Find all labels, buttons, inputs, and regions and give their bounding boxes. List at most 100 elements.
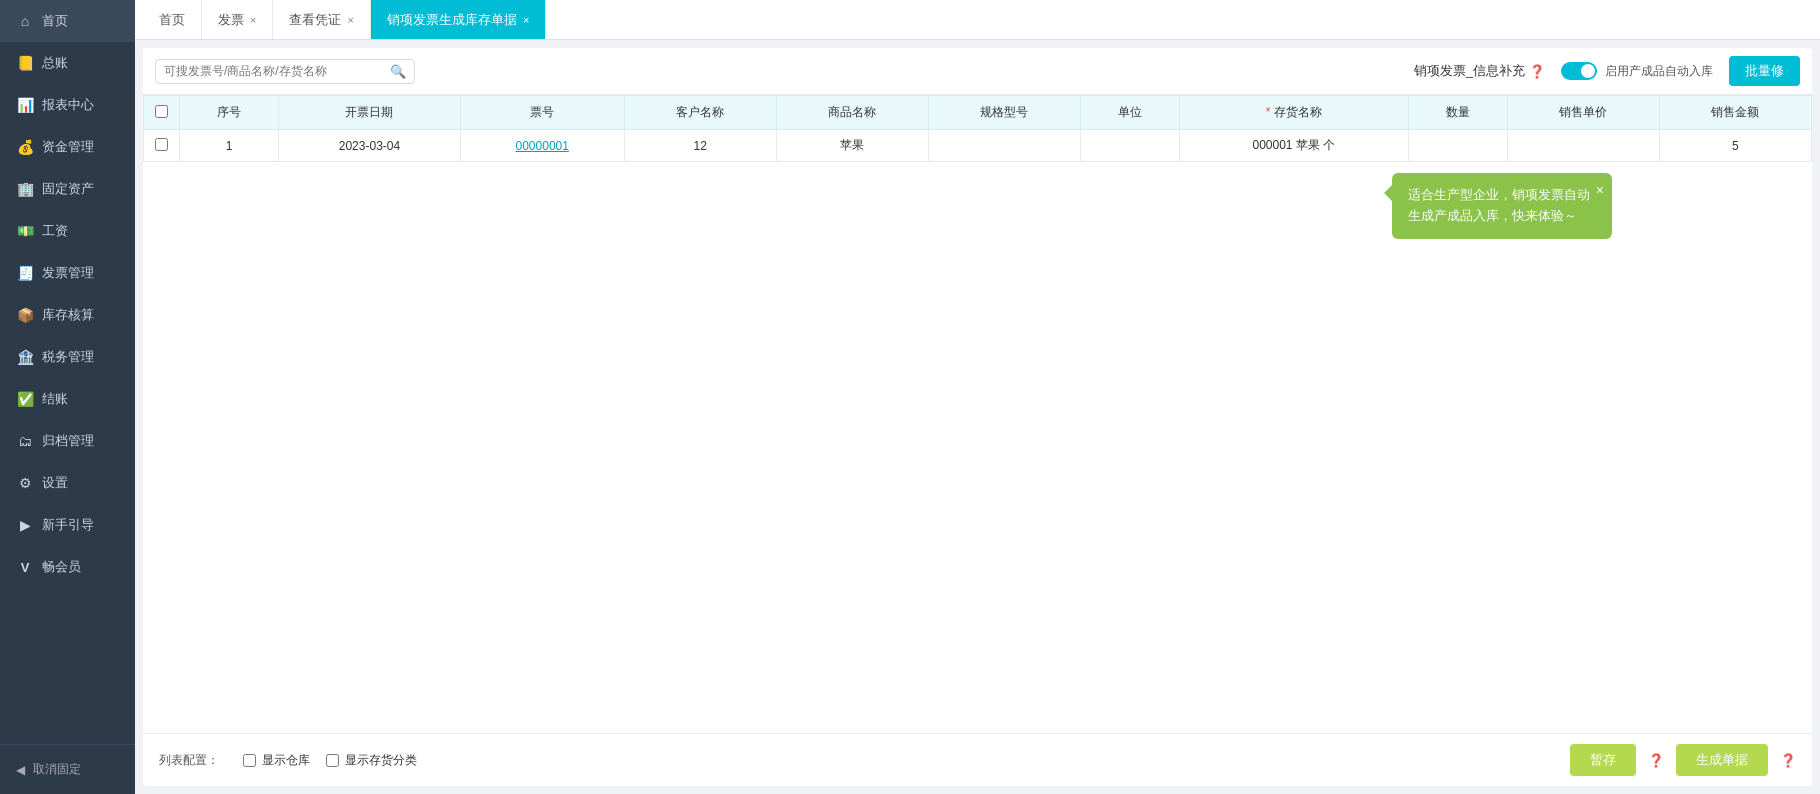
sidebar-item-inventory[interactable]: 📦 库存核算 xyxy=(0,294,135,336)
toggle-label: 启用产成品自动入库 xyxy=(1605,63,1713,80)
save-button[interactable]: 暂存 xyxy=(1570,744,1636,776)
th-date: 开票日期 xyxy=(279,96,461,130)
ticket-no-link[interactable]: 00000001 xyxy=(516,139,569,153)
info-label-text: 销项发票_信息补充 xyxy=(1414,62,1525,80)
row-amount: 5 xyxy=(1659,130,1811,162)
reports-icon: 📊 xyxy=(16,97,34,113)
tab-invoice[interactable]: 发票 × xyxy=(202,0,273,39)
tab-view-voucher-close[interactable]: × xyxy=(347,14,353,26)
sidebar-item-home[interactable]: ⌂ 首页 xyxy=(0,0,135,42)
home-icon: ⌂ xyxy=(16,13,34,29)
tax-icon: 🏦 xyxy=(16,349,34,365)
show-warehouse-label: 显示仓库 xyxy=(262,752,310,769)
tooltip-text: 适合生产型企业，销项发票自动生成产成品入库，快来体验～ xyxy=(1408,187,1590,223)
guide-icon: ▶ xyxy=(16,517,34,533)
list-config-label: 列表配置： xyxy=(159,752,219,769)
main-area: 首页 发票 × 查看凭证 × 销项发票生成库存单据 × 🔍 销项发票_信息补充 xyxy=(135,0,1820,794)
row-quantity xyxy=(1408,130,1507,162)
sidebar-item-reports[interactable]: 📊 报表中心 xyxy=(0,84,135,126)
settings-icon: ⚙ xyxy=(16,475,34,491)
th-customer: 客户名称 xyxy=(624,96,776,130)
row-seq: 1 xyxy=(180,130,279,162)
row-checkbox[interactable] xyxy=(155,138,168,151)
search-icon: 🔍 xyxy=(390,64,406,79)
show-warehouse-checkbox[interactable] xyxy=(243,754,256,767)
tab-home-label: 首页 xyxy=(159,11,185,29)
sidebar-item-assets[interactable]: 🏢 固定资产 xyxy=(0,168,135,210)
row-unit xyxy=(1080,130,1179,162)
sidebar-item-label: 报表中心 xyxy=(42,96,94,114)
tab-cancel-invoice-stock[interactable]: 销项发票生成库存单据 × xyxy=(371,0,546,39)
info-label: 销项发票_信息补充 ❓ xyxy=(1414,62,1545,80)
vip-icon: V xyxy=(16,560,34,575)
th-model: 规格型号 xyxy=(928,96,1080,130)
settlement-icon: ✅ xyxy=(16,391,34,407)
funds-icon: 💰 xyxy=(16,139,34,155)
unpin-icon: ◀ xyxy=(16,763,25,777)
save-help-icon[interactable]: ❓ xyxy=(1648,753,1664,768)
search-input[interactable] xyxy=(164,64,390,78)
sidebar-item-label: 固定资产 xyxy=(42,180,94,198)
auto-warehouse-toggle[interactable] xyxy=(1561,62,1597,80)
row-model xyxy=(928,130,1080,162)
th-quantity: 数量 xyxy=(1408,96,1507,130)
sidebar-item-label: 新手引导 xyxy=(42,516,94,534)
row-date: 2023-03-04 xyxy=(279,130,461,162)
toolbar: 🔍 销项发票_信息补充 ❓ 启用产成品自动入库 批量修 xyxy=(143,48,1812,95)
sidebar-item-payroll[interactable]: 💵 工资 xyxy=(0,210,135,252)
sidebar-item-invoices[interactable]: 🧾 发票管理 xyxy=(0,252,135,294)
sidebar-item-label: 归档管理 xyxy=(42,432,94,450)
tab-cancel-invoice-stock-label: 销项发票生成库存单据 xyxy=(387,11,517,29)
row-unit-price xyxy=(1507,130,1659,162)
sidebar-item-guide[interactable]: ▶ 新手引导 xyxy=(0,504,135,546)
th-checkbox xyxy=(144,96,180,130)
sidebar-item-label: 库存核算 xyxy=(42,306,94,324)
th-seq: 序号 xyxy=(180,96,279,130)
row-customer: 12 xyxy=(624,130,776,162)
sidebar-item-tax[interactable]: 🏦 税务管理 xyxy=(0,336,135,378)
sidebar-item-label: 畅会员 xyxy=(42,558,81,576)
sidebar-item-label: 税务管理 xyxy=(42,348,94,366)
sidebar-item-label: 结账 xyxy=(42,390,68,408)
row-checkbox-cell xyxy=(144,130,180,162)
toolbar-right: 销项发票_信息补充 ❓ 启用产成品自动入库 批量修 xyxy=(1414,56,1800,86)
select-all-checkbox[interactable] xyxy=(155,105,168,118)
show-category-checkbox[interactable] xyxy=(326,754,339,767)
tooltip-container: × 适合生产型企业，销项发票自动生成产成品入库，快来体验～ xyxy=(1392,173,1612,239)
ledger-icon: 📒 xyxy=(16,55,34,71)
tab-view-voucher[interactable]: 查看凭证 × xyxy=(273,0,370,39)
unpin-button[interactable]: ◀ 取消固定 xyxy=(0,753,135,786)
th-unit: 单位 xyxy=(1080,96,1179,130)
tab-invoice-label: 发票 xyxy=(218,11,244,29)
toggle-knob xyxy=(1581,64,1595,78)
tab-bar: 首页 发票 × 查看凭证 × 销项发票生成库存单据 × xyxy=(135,0,1820,40)
sidebar-item-settlement[interactable]: ✅ 结账 xyxy=(0,378,135,420)
sidebar-item-ledger[interactable]: 📒 总账 xyxy=(0,42,135,84)
main-table: 序号 开票日期 票号 客户名称 商品名称 规格型号 单位 存货名称 数量 销售单… xyxy=(143,95,1812,162)
generate-help-icon[interactable]: ❓ xyxy=(1780,753,1796,768)
sidebar-item-vip[interactable]: V 畅会员 xyxy=(0,546,135,588)
tab-invoice-close[interactable]: × xyxy=(250,14,256,26)
batch-button[interactable]: 批量修 xyxy=(1729,56,1800,86)
inventory-icon: 📦 xyxy=(16,307,34,323)
tab-cancel-invoice-stock-close[interactable]: × xyxy=(523,14,529,26)
th-unit-price: 销售单价 xyxy=(1507,96,1659,130)
tab-home[interactable]: 首页 xyxy=(143,0,202,39)
th-amount: 销售金额 xyxy=(1659,96,1811,130)
th-inventory: 存货名称 xyxy=(1180,96,1409,130)
sidebar-item-settings[interactable]: ⚙ 设置 xyxy=(0,462,135,504)
table-row: 1 2023-03-04 00000001 12 苹果 000001 苹果 个 … xyxy=(144,130,1812,162)
show-category-label: 显示存货分类 xyxy=(345,752,417,769)
sidebar-item-archive[interactable]: 🗂 归档管理 xyxy=(0,420,135,462)
search-box[interactable]: 🔍 xyxy=(155,59,415,84)
payroll-icon: 💵 xyxy=(16,223,34,239)
sidebar-item-label: 工资 xyxy=(42,222,68,240)
th-ticket-no: 票号 xyxy=(460,96,624,130)
info-help-icon[interactable]: ❓ xyxy=(1529,64,1545,79)
th-product: 商品名称 xyxy=(776,96,928,130)
sidebar-item-funds[interactable]: 💰 资金管理 xyxy=(0,126,135,168)
generate-button[interactable]: 生成单据 xyxy=(1676,744,1768,776)
row-inventory: 000001 苹果 个 xyxy=(1180,130,1409,162)
sidebar: ⌂ 首页 📒 总账 📊 报表中心 💰 资金管理 🏢 固定资产 💵 工资 🧾 发票… xyxy=(0,0,135,794)
tooltip-close-button[interactable]: × xyxy=(1596,179,1604,201)
